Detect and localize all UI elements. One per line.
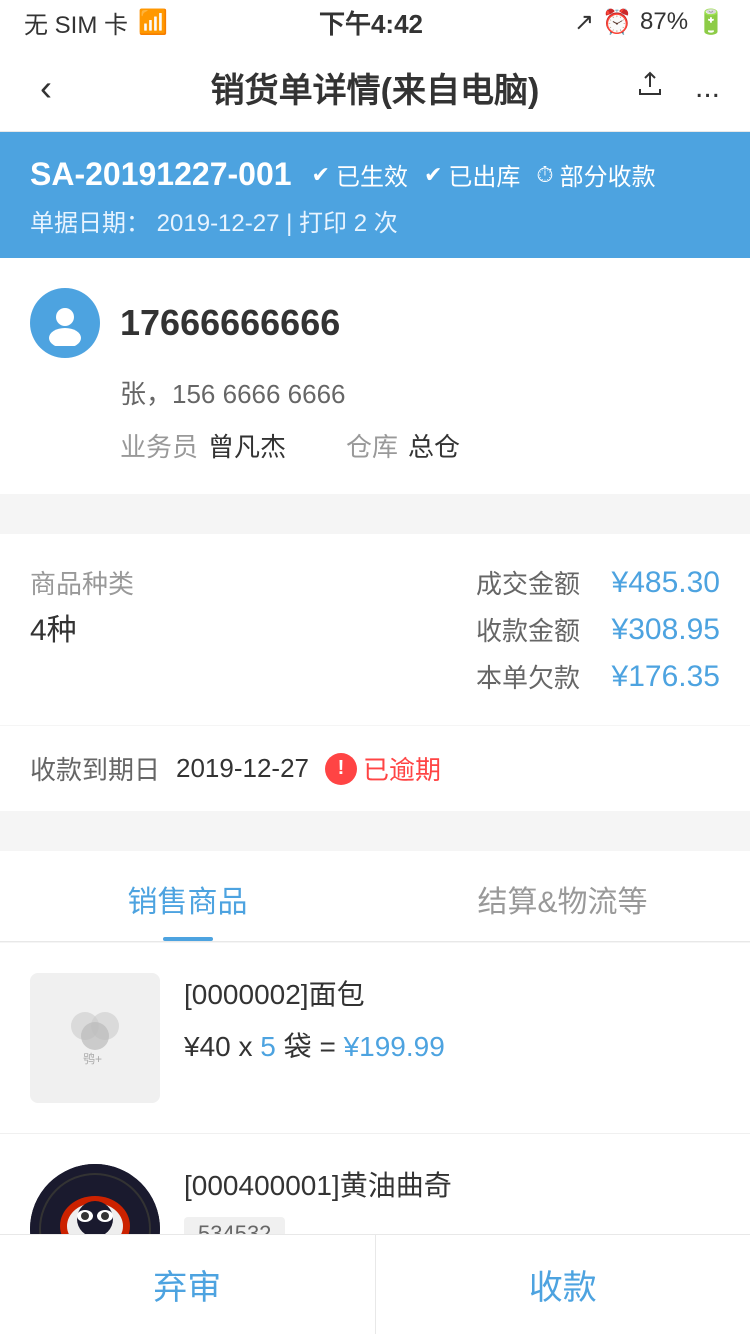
status-shipped: ✔ 已出库 (424, 157, 520, 192)
debt-value: ¥176.35 (600, 660, 720, 694)
order-number: SA-20191227-001 (30, 156, 292, 193)
order-date-info: 单据日期： 2019-12-27 | 打印 2 次 (30, 203, 720, 238)
stats-section: 商品种类 4种 成交金额 ¥485.30 收款金额 ¥308.95 本单欠款 ¥… (0, 534, 750, 725)
product-name-1: [0000002]面包 (184, 973, 720, 1013)
status-right: ↗ ⏰ 87% 🔋 (574, 8, 726, 37)
nav-bar: ‹ 销货单详情(来自电脑) ... (0, 44, 750, 132)
salesman-info: 业务员 曾凡杰 (120, 427, 286, 464)
page-title: 销货单详情(来自电脑) (211, 63, 540, 112)
warehouse-label: 仓库 (346, 427, 398, 464)
status-bar: 无 SIM 卡 📶 下午4:42 ↗ ⏰ 87% 🔋 (0, 0, 750, 44)
product-qty-1: 5 (260, 1031, 276, 1062)
more-button[interactable]: ... (695, 71, 720, 105)
order-number-row: SA-20191227-001 ✔ 已生效 ✔ 已出库 ⏱ 部分收款 (30, 156, 720, 193)
order-header: SA-20191227-001 ✔ 已生效 ✔ 已出库 ⏱ 部分收款 单据日期：… (0, 132, 750, 258)
check-icon-1: ✔ (312, 162, 330, 188)
customer-section: 17666666666 张，156 6666 6666 业务员 曾凡杰 仓库 总… (0, 258, 750, 494)
category-count: 4种 (30, 605, 134, 649)
svg-text:鸮+: 鸮+ (83, 1051, 102, 1066)
tab-settlement-logistics[interactable]: 结算&物流等 (375, 851, 750, 941)
collected-label: 收款金额 (476, 611, 580, 648)
amount-row: 成交金额 ¥485.30 (476, 564, 720, 601)
amount-label: 成交金额 (476, 564, 580, 601)
product-price-1: ¥40 x 5 袋 = ¥199.99 (184, 1025, 720, 1065)
reject-button[interactable]: 弃审 (0, 1235, 376, 1334)
tabs-container: 销售商品 结算&物流等 (0, 851, 750, 942)
divider-2 (0, 831, 750, 851)
collected-row: 收款金额 ¥308.95 (476, 611, 720, 648)
print-separator: | 打印 (286, 210, 354, 237)
collected-value: ¥308.95 (600, 613, 720, 647)
check-icon-2: ✔ (424, 162, 442, 188)
product-thumb-1: 鸮+ (30, 973, 160, 1103)
location-icon: ↗ (574, 8, 594, 37)
product-total-1: ¥199.99 (344, 1031, 445, 1062)
wifi-icon: 📶 (138, 8, 168, 37)
battery-icon: 🔋 (696, 8, 726, 37)
print-unit: 次 (374, 210, 398, 237)
date-label: 单据日期： (30, 210, 150, 237)
category-stats: 商品种类 4种 (30, 564, 134, 649)
status-effective: ✔ 已生效 (312, 157, 408, 192)
share-button[interactable] (635, 69, 665, 107)
status-left: 无 SIM 卡 📶 (24, 5, 168, 40)
financial-stats: 成交金额 ¥485.30 收款金额 ¥308.95 本单欠款 ¥176.35 (476, 564, 720, 695)
salesman-name: 曾凡杰 (208, 427, 286, 464)
carrier-text: 无 SIM 卡 (24, 5, 128, 40)
avatar (30, 288, 100, 358)
order-date: 2019-12-27 (157, 210, 280, 237)
nav-actions: ... (635, 69, 720, 107)
alarm-icon: ⏰ (602, 8, 632, 37)
collect-button[interactable]: 收款 (376, 1235, 750, 1334)
due-date-value: 2019-12-27 (176, 753, 309, 784)
customer-contact: 张，156 6666 6666 (30, 374, 720, 411)
due-date-section: 收款到期日 2019-12-27 ! 已逾期 (0, 726, 750, 811)
battery-text: 87% (640, 8, 688, 36)
customer-id: 17666666666 (120, 302, 340, 344)
print-count: 2 (354, 210, 367, 237)
category-label: 商品种类 (30, 564, 134, 601)
debt-row: 本单欠款 ¥176.35 (476, 658, 720, 695)
overdue-text: 已逾期 (363, 750, 441, 787)
product-info-1: [0000002]面包 ¥40 x 5 袋 = ¥199.99 (184, 973, 720, 1065)
overdue-icon: ! (325, 753, 357, 785)
tab-sales-products[interactable]: 销售商品 (0, 851, 375, 941)
warehouse-name: 总仓 (408, 427, 460, 464)
product-name-2: [000400001]黄油曲奇 (184, 1164, 720, 1204)
product-item: 鸮+ [0000002]面包 ¥40 x 5 袋 = ¥199.99 (0, 943, 750, 1134)
back-button[interactable]: ‹ (30, 57, 62, 119)
status-partial: ⏱ 部分收款 (536, 157, 655, 192)
salesman-label: 业务员 (120, 427, 198, 464)
overdue-badge: ! 已逾期 (325, 750, 441, 787)
due-label: 收款到期日 (30, 750, 160, 787)
debt-label: 本单欠款 (476, 658, 580, 695)
clock-icon: ⏱ (536, 162, 553, 188)
status-tags: ✔ 已生效 ✔ 已出库 ⏱ 部分收款 (312, 157, 656, 192)
warehouse-info: 仓库 总仓 (346, 427, 460, 464)
customer-meta: 业务员 曾凡杰 仓库 总仓 (30, 427, 720, 464)
divider-1 (0, 514, 750, 534)
bottom-bar: 弃审 收款 (0, 1234, 750, 1334)
customer-name-row: 17666666666 (30, 288, 720, 358)
amount-value: ¥485.30 (600, 566, 720, 600)
status-time: 下午4:42 (319, 4, 423, 41)
